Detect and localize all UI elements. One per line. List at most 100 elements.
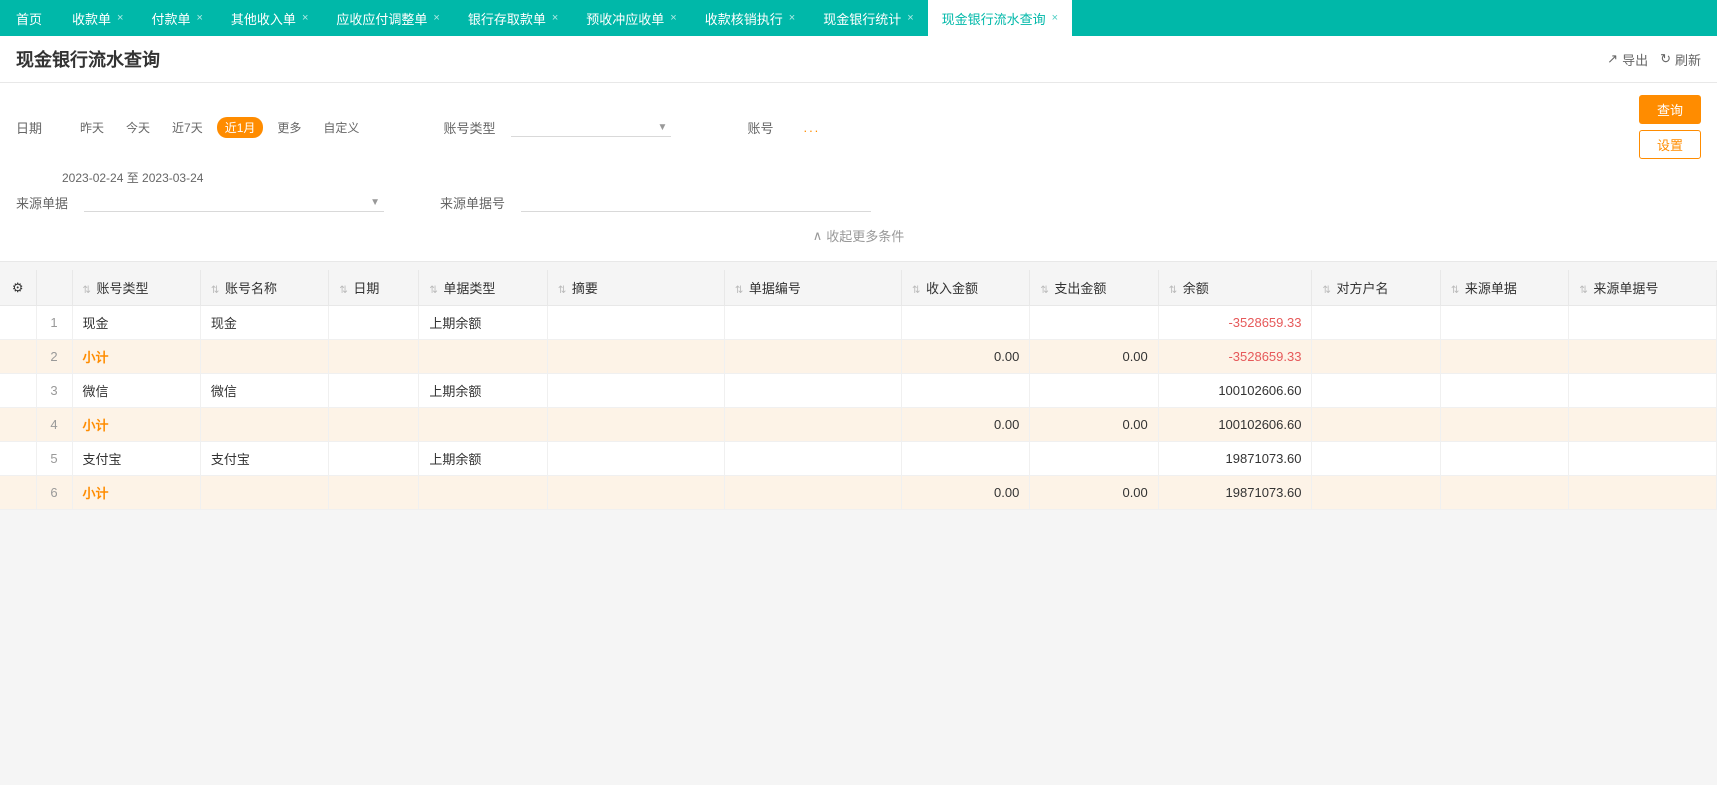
th-source-doc[interactable]: ⇅ 来源单据	[1440, 270, 1568, 306]
th-summary[interactable]: ⇅ 摘要	[547, 270, 724, 306]
source-doc-num-label: 来源单据号	[440, 193, 505, 212]
date-btn-yesterday[interactable]: 昨天	[72, 117, 112, 138]
nav-close-icon[interactable]: ×	[907, 12, 913, 24]
th-gear[interactable]: ⚙	[0, 270, 36, 306]
th-expense[interactable]: ⇅ 支出金额	[1030, 270, 1158, 306]
th-income[interactable]: ⇅ 收入金额	[901, 270, 1029, 306]
th-date[interactable]: ⇅ 日期	[329, 270, 419, 306]
account-type-select-wrapper: ▼	[511, 117, 671, 137]
cell-source-doc	[1440, 442, 1568, 476]
th-account-name[interactable]: ⇅ 账号名称	[200, 270, 328, 306]
cell-date	[329, 306, 419, 340]
nav-item-advance[interactable]: 预收冲应收单 ×	[572, 0, 690, 36]
table-row: 6小计0.000.0019871073.60	[0, 476, 1717, 510]
nav-label: 收款单	[72, 9, 111, 28]
nav-close-icon[interactable]: ×	[789, 12, 795, 24]
cell-summary	[547, 442, 724, 476]
cell-expense	[1030, 442, 1158, 476]
nav-label: 预收冲应收单	[586, 9, 664, 28]
nav-item-writeoff[interactable]: 收款核销执行 ×	[691, 0, 809, 36]
cell-date	[329, 476, 419, 510]
export-button[interactable]: ↗ 导出	[1607, 50, 1648, 69]
settings-button[interactable]: 设置	[1639, 130, 1701, 159]
th-source-doc-no[interactable]: ⇅ 来源单据号	[1569, 270, 1717, 306]
nav-close-icon[interactable]: ×	[552, 12, 558, 24]
cell-date	[329, 374, 419, 408]
cell-account-type: 小计	[72, 340, 200, 374]
cell-account-name: 现金	[200, 306, 328, 340]
date-btn-more[interactable]: 更多	[269, 117, 309, 138]
date-btn-7days[interactable]: 近7天	[164, 117, 211, 138]
th-doc-no[interactable]: ⇅ 单据编号	[724, 270, 901, 306]
nav-close-icon[interactable]: ×	[196, 12, 202, 24]
source-doc-select[interactable]	[84, 192, 384, 212]
account-type-label: 账号类型	[443, 118, 495, 137]
cell-date	[329, 408, 419, 442]
nav-close-icon[interactable]: ×	[1052, 12, 1058, 24]
cell-doc-type	[419, 340, 547, 374]
date-filter-label: 日期	[16, 118, 56, 137]
account-more-dots[interactable]: ...	[803, 120, 820, 135]
row-index: 3	[36, 374, 72, 408]
cell-expense: 0.00	[1030, 476, 1158, 510]
account-label: 账号	[747, 118, 787, 137]
th-counter-party[interactable]: ⇅ 对方户名	[1312, 270, 1440, 306]
cell-source-doc	[1440, 408, 1568, 442]
nav-home[interactable]: 首页	[0, 0, 58, 36]
cell-doc-no	[724, 374, 901, 408]
cell-income: 0.00	[901, 340, 1029, 374]
cell-source-doc-no	[1569, 374, 1717, 408]
date-btn-custom[interactable]: 自定义	[315, 117, 367, 138]
cell-account-type: 微信	[72, 374, 200, 408]
right-buttons: 查询 设置	[1639, 95, 1701, 159]
date-btn-1month[interactable]: 近1月	[217, 117, 264, 138]
nav-close-icon[interactable]: ×	[670, 12, 676, 24]
cell-income	[901, 306, 1029, 340]
nav-item-cash-flow[interactable]: 现金银行流水查询 ×	[928, 0, 1072, 36]
cell-counter-party	[1312, 340, 1440, 374]
nav-item-payment[interactable]: 付款单 ×	[137, 0, 216, 36]
account-type-select[interactable]	[511, 117, 671, 137]
row-index: 1	[36, 306, 72, 340]
nav-item-receipts[interactable]: 收款单 ×	[58, 0, 137, 36]
table-body: 1现金现金上期余额-3528659.332小计0.000.00-3528659.…	[0, 306, 1717, 510]
cell-account-type: 现金	[72, 306, 200, 340]
th-account-type[interactable]: ⇅ 账号类型	[72, 270, 200, 306]
nav-close-icon[interactable]: ×	[302, 12, 308, 24]
cell-balance: 19871073.60	[1158, 442, 1312, 476]
row-index: 5	[36, 442, 72, 476]
sort-icon: ⇅	[429, 285, 437, 296]
gear-icon: ⚙	[12, 280, 24, 295]
nav-label: 其他收入单	[231, 9, 296, 28]
nav-label: 现金银行统计	[823, 9, 901, 28]
cell-balance: -3528659.33	[1158, 340, 1312, 374]
source-doc-num-input[interactable]	[521, 192, 871, 212]
collapse-bar[interactable]: ∧ 收起更多条件	[16, 222, 1701, 249]
nav-close-icon[interactable]: ×	[117, 12, 123, 24]
nav-item-cash-stats[interactable]: 现金银行统计 ×	[809, 0, 927, 36]
cell-source-doc	[1440, 306, 1568, 340]
row-index: 2	[36, 340, 72, 374]
table-row: 4小计0.000.00100102606.60	[0, 408, 1717, 442]
th-doc-type[interactable]: ⇅ 单据类型	[419, 270, 547, 306]
cell-source-doc-no	[1569, 476, 1717, 510]
nav-close-icon[interactable]: ×	[433, 12, 439, 24]
date-range-display: 2023-02-24 至 2023-03-24	[62, 171, 203, 185]
cell-income	[901, 442, 1029, 476]
refresh-button[interactable]: ↻ 刷新	[1660, 50, 1701, 69]
date-btn-today[interactable]: 今天	[118, 117, 158, 138]
cell-expense	[1030, 306, 1158, 340]
page-header: 现金银行流水查询 ↗ 导出 ↻ 刷新	[0, 36, 1717, 83]
table-row: 3微信微信上期余额100102606.60	[0, 374, 1717, 408]
th-balance[interactable]: ⇅ 余额	[1158, 270, 1312, 306]
nav-item-bank-deposit[interactable]: 银行存取款单 ×	[454, 0, 572, 36]
nav-item-other-income[interactable]: 其他收入单 ×	[217, 0, 322, 36]
gear-cell	[0, 374, 36, 408]
cell-account-type: 小计	[72, 476, 200, 510]
header-actions: ↗ 导出 ↻ 刷新	[1607, 50, 1701, 69]
cell-doc-no	[724, 408, 901, 442]
row-index: 4	[36, 408, 72, 442]
query-button[interactable]: 查询	[1639, 95, 1701, 124]
cell-source-doc-no	[1569, 340, 1717, 374]
nav-item-adjustment[interactable]: 应收应付调整单 ×	[322, 0, 453, 36]
